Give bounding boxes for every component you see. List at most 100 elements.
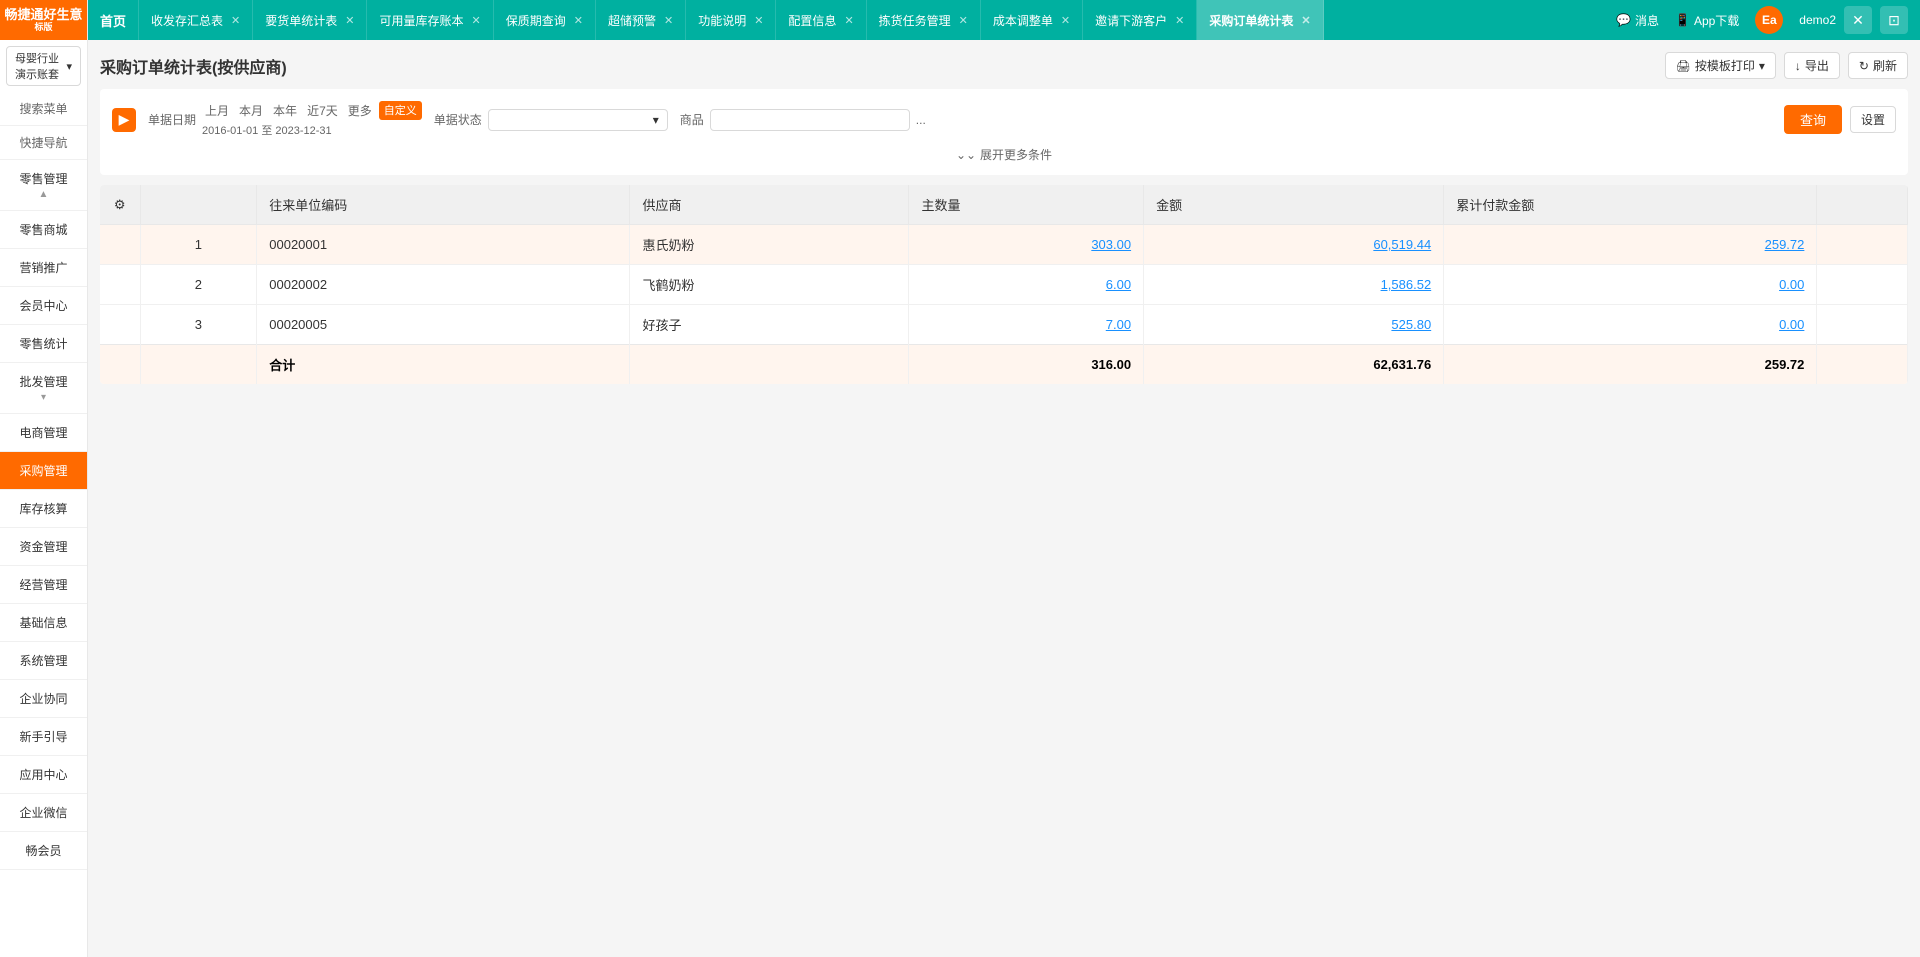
account-dropdown[interactable]: 母婴行业演示账套 ▾ [6, 46, 81, 86]
tab-collect-summary[interactable]: 收发存汇总表 ✕ [139, 0, 253, 40]
more-fields-btn[interactable]: ... [916, 113, 926, 127]
sidebar-item-newbie[interactable]: 新手引导 [0, 718, 87, 756]
restore-window-btn[interactable]: ⊡ [1880, 6, 1908, 34]
function-desc-label: 功能说明 [698, 12, 746, 29]
topnav: 首页 收发存汇总表 ✕ 要货单统计表 ✕ 可用量库存账本 ✕ 保质期查询 ✕ 超… [88, 0, 1920, 40]
sidebar-item-app-center[interactable]: 应用中心 [0, 756, 87, 794]
footer-row: 合计 316.00 62,631.76 259.72 [100, 345, 1908, 385]
sidebar-item-member[interactable]: 会员中心 [0, 287, 87, 325]
row-amount[interactable]: 525.80 [1144, 305, 1444, 345]
table-row: 1 00020001 惠氏奶粉 303.00 60,519.44 259.72 [100, 225, 1908, 265]
row-amount[interactable]: 1,586.52 [1144, 265, 1444, 305]
app-download-btn[interactable]: 📱 App下载 [1675, 12, 1739, 29]
cost-adjust-label: 成本调整单 [993, 12, 1053, 29]
refresh-button[interactable]: ↻ 刷新 [1848, 52, 1908, 79]
date-custom-badge[interactable]: 自定义 [379, 101, 422, 120]
tab-pick-task[interactable]: 拣货任务管理 ✕ [867, 0, 981, 40]
sidebar-item-search[interactable]: 搜索菜单 [0, 92, 87, 126]
tab-overstock-warning[interactable]: 超储预警 ✕ [596, 0, 686, 40]
table-header-row: ⚙ 往来单位编码 供应商 主数量 金额 累计付款金额 [100, 185, 1908, 225]
status-filter-field: 单据状态 ▾ [434, 109, 668, 131]
date-this-month[interactable]: 本月 [236, 101, 266, 120]
close-icon[interactable]: ✕ [1061, 14, 1070, 27]
sidebar-item-basic-info[interactable]: 基础信息 [0, 604, 87, 642]
sidebar-item-inventory[interactable]: 库存核算 [0, 490, 87, 528]
query-button[interactable]: 查询 [1784, 105, 1842, 134]
footer-settings [100, 345, 140, 385]
search-menu-label: 搜索菜单 [19, 102, 67, 116]
page-title-bar: 采购订单统计表(按供应商) 🖨 按模板打印 ▾ ↓ 导出 ↻ 刷新 [100, 52, 1908, 79]
row-main-qty[interactable]: 7.00 [909, 305, 1144, 345]
sidebar-item-sys-manage[interactable]: 系统管理 [0, 642, 87, 680]
row-unit-code: 00020002 [257, 265, 630, 305]
sidebar-item-retail-manage[interactable]: 零售管理 ▲ [0, 160, 87, 211]
tab-cost-adjust[interactable]: 成本调整单 ✕ [981, 0, 1083, 40]
app-center-label: 应用中心 [19, 766, 67, 783]
sidebar-item-retail-stats[interactable]: 零售统计 [0, 325, 87, 363]
filter-row: ▶ 单据日期 上月 本月 本年 近7天 更多 自定义 20 [112, 101, 1896, 138]
tab-config-info[interactable]: 配置信息 ✕ [776, 0, 866, 40]
settings-icon[interactable]: ⚙ [114, 197, 126, 212]
close-icon[interactable]: ✕ [959, 14, 968, 27]
tab-goods-stats[interactable]: 要货单统计表 ✕ [253, 0, 367, 40]
tab-purchase-stats[interactable]: 采购订单统计表 ✕ [1197, 0, 1323, 40]
tab-available-inventory[interactable]: 可用量库存账本 ✕ [367, 0, 493, 40]
sidebar-item-enterprise[interactable]: 企业协同 [0, 680, 87, 718]
filter-panel: ▶ 单据日期 上月 本月 本年 近7天 更多 自定义 20 [100, 89, 1908, 175]
close-icon[interactable]: ✕ [574, 14, 583, 27]
col-settings[interactable]: ⚙ [100, 185, 140, 225]
tab-home[interactable]: 首页 [88, 0, 139, 40]
retail-shop-label: 零售商城 [19, 221, 67, 238]
template-print-button[interactable]: 🖨 按模板打印 ▾ [1665, 52, 1776, 79]
col-main-qty: 主数量 [909, 185, 1144, 225]
sidebar-item-purchase[interactable]: 采购管理 [0, 452, 87, 490]
sidebar-item-vip[interactable]: 畅会员 [0, 832, 87, 870]
sidebar-item-wholesale[interactable]: 批发管理 ▾ [0, 363, 87, 414]
close-icon[interactable]: ✕ [1301, 14, 1310, 27]
sidebar-item-ops[interactable]: 经营管理 [0, 566, 87, 604]
close-icon[interactable]: ✕ [1175, 14, 1184, 27]
date-last-7-days[interactable]: 近7天 [304, 101, 341, 120]
export-button[interactable]: ↓ 导出 [1784, 52, 1840, 79]
date-this-year[interactable]: 本年 [270, 101, 300, 120]
tab-invite-downstream[interactable]: 邀请下游客户 ✕ [1083, 0, 1197, 40]
row-paid-amount[interactable]: 259.72 [1444, 225, 1817, 265]
sidebar-item-quick-nav[interactable]: 快捷导航 [0, 126, 87, 160]
close-window-btn[interactable]: ✕ [1844, 6, 1872, 34]
close-icon[interactable]: ✕ [664, 14, 673, 27]
sidebar-item-ecommerce[interactable]: 电商管理 [0, 414, 87, 452]
expand-more-row[interactable]: ⌄⌄ 展开更多条件 [112, 138, 1896, 163]
row-seq: 2 [140, 265, 257, 305]
close-icon[interactable]: ✕ [472, 14, 481, 27]
user-avatar[interactable]: Ea [1755, 6, 1783, 34]
goods-input[interactable] [710, 109, 910, 131]
table-row: 3 00020005 好孩子 7.00 525.80 0.00 [100, 305, 1908, 345]
row-amount[interactable]: 60,519.44 [1144, 225, 1444, 265]
date-group: 上月 本月 本年 近7天 更多 自定义 2016-01-01 至 2023-12… [202, 101, 422, 138]
sidebar-item-retail-shop[interactable]: 零售商城 [0, 211, 87, 249]
settings-button[interactable]: 设置 [1850, 106, 1896, 133]
enterprise-wechat-label: 企业微信 [19, 804, 67, 821]
message-btn[interactable]: 💬 消息 [1616, 12, 1659, 29]
sidebar-item-finance[interactable]: 资金管理 [0, 528, 87, 566]
close-icon[interactable]: ✕ [231, 14, 240, 27]
tab-function-desc[interactable]: 功能说明 ✕ [686, 0, 776, 40]
status-select[interactable]: ▾ [488, 109, 668, 131]
date-last-month[interactable]: 上月 [202, 101, 232, 120]
filter-toggle-button[interactable]: ▶ [112, 108, 136, 132]
row-main-qty[interactable]: 6.00 [909, 265, 1144, 305]
sidebar-item-enterprise-wechat[interactable]: 企业微信 [0, 794, 87, 832]
row-paid-amount[interactable]: 0.00 [1444, 305, 1817, 345]
chevron-down-icon: ▾ [653, 113, 659, 127]
page-title: 采购订单统计表(按供应商) [100, 54, 287, 78]
close-icon[interactable]: ✕ [754, 14, 763, 27]
sidebar-item-marketing[interactable]: 营销推广 [0, 249, 87, 287]
inventory-label: 库存核算 [19, 500, 67, 517]
close-icon[interactable]: ✕ [844, 14, 853, 27]
row-paid-amount[interactable]: 0.00 [1444, 265, 1817, 305]
tab-expiry-query[interactable]: 保质期查询 ✕ [494, 0, 596, 40]
close-icon[interactable]: ✕ [345, 14, 354, 27]
date-more[interactable]: 更多 [345, 101, 375, 120]
row-main-qty[interactable]: 303.00 [909, 225, 1144, 265]
table-body: 1 00020001 惠氏奶粉 303.00 60,519.44 259.72 … [100, 225, 1908, 345]
